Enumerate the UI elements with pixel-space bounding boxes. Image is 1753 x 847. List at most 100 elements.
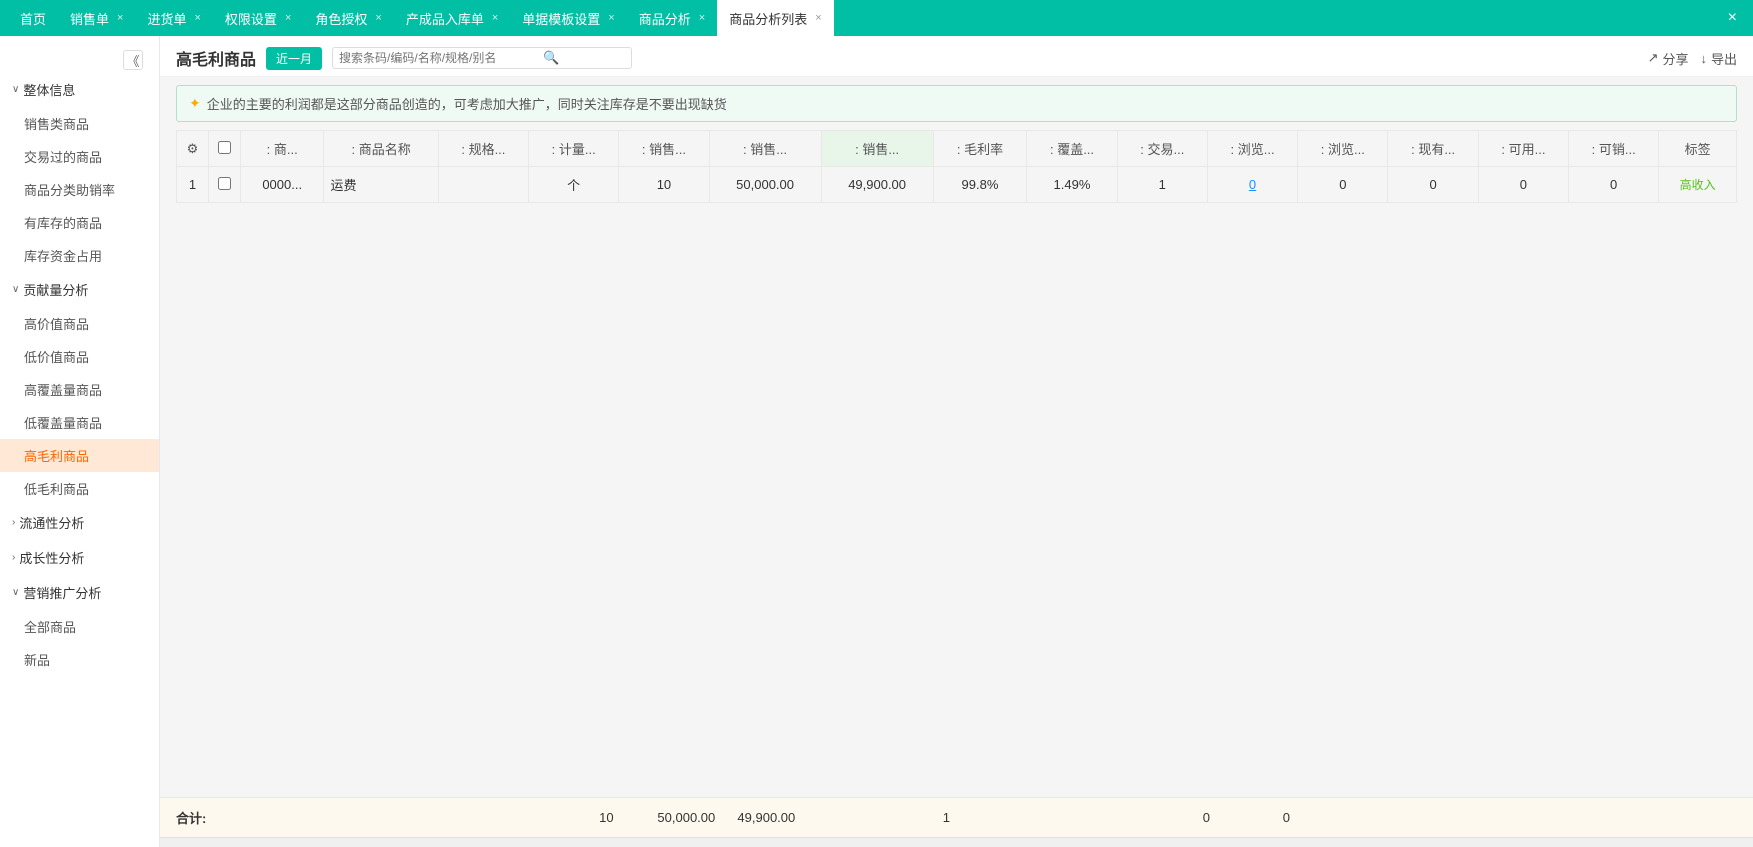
cell-sale-qty: 10 (619, 167, 709, 203)
sidebar-item-stock-capital[interactable]: 库存资金占用 (0, 239, 159, 272)
cell-name: 运费 (324, 167, 438, 203)
growth-arrow-icon: › (12, 552, 15, 563)
cell-code: 0000... (241, 167, 324, 203)
cell-coverage: 1.49% (1027, 167, 1117, 203)
col-trade[interactable]: : 交易... (1117, 131, 1207, 167)
col-available[interactable]: : 可用... (1478, 131, 1568, 167)
sidebar-item-low-coverage[interactable]: 低覆盖量商品 (0, 406, 159, 439)
col-code[interactable]: : 商... (241, 131, 324, 167)
nav-purchase[interactable]: 进货单 × (135, 0, 212, 36)
col-gross-margin[interactable]: : 毛利率 (933, 131, 1027, 167)
sidebar-group-contribution-items: 高价值商品 低价值商品 高覆盖量商品 低覆盖量商品 高毛利商品 低毛利商品 (0, 307, 159, 505)
marketing-arrow-icon: ∨ (12, 587, 19, 598)
share-button[interactable]: ↗ 分享 (1648, 49, 1689, 68)
close-analysis-icon[interactable]: × (699, 12, 705, 24)
footer-bar: 合计: 10 50,000.00 49,900.00 1 0 0 (160, 797, 1753, 837)
table-row: 1 0000... 运费 个 10 50,000.00 49,900.00 99… (177, 167, 1737, 203)
col-sale-amount[interactable]: : 销售... (709, 131, 821, 167)
sidebar-item-high-coverage[interactable]: 高覆盖量商品 (0, 373, 159, 406)
main-layout: 《 ∨ 整体信息 销售类商品 交易过的商品 商品分类助销率 有库存的商品 库存资… (0, 36, 1753, 847)
cell-current: 0 (1388, 167, 1478, 203)
sidebar-group-marketing[interactable]: ∨ 营销推广分析 (0, 575, 159, 610)
col-checkbox (209, 131, 241, 167)
cell-sellable: 0 (1569, 167, 1659, 203)
cell-sale-cost: 49,900.00 (821, 167, 933, 203)
nav-permission[interactable]: 权限设置 × (213, 0, 303, 36)
col-tag[interactable]: 标签 (1659, 131, 1737, 167)
sidebar-group-overall[interactable]: ∨ 整体信息 (0, 72, 159, 107)
sidebar-item-low-value[interactable]: 低价值商品 (0, 340, 159, 373)
footer-available: 0 (1246, 810, 1326, 825)
footer-trade: 1 (906, 810, 986, 825)
col-name[interactable]: : 商品名称 (324, 131, 438, 167)
nav-analysis[interactable]: 商品分析 × (627, 0, 717, 36)
nav-role[interactable]: 角色授权 × (303, 0, 393, 36)
filter-recent-month-button[interactable]: 近一月 (266, 47, 322, 70)
overall-arrow-icon: ∨ (12, 84, 19, 95)
col-settings[interactable]: ⚙ (177, 131, 209, 167)
export-icon: ↓ (1700, 51, 1707, 66)
sidebar-group-circulation[interactable]: › 流通性分析 (0, 505, 159, 540)
cell-available: 0 (1478, 167, 1568, 203)
col-browse2[interactable]: : 浏览... (1298, 131, 1388, 167)
footer-sale-qty: 10 (566, 810, 646, 825)
close-inbound-icon[interactable]: × (492, 12, 498, 24)
close-role-icon[interactable]: × (375, 12, 381, 24)
cell-browse1[interactable]: 0 (1207, 167, 1297, 203)
col-spec[interactable]: : 规格... (438, 131, 528, 167)
sidebar-item-category-rate[interactable]: 商品分类助销率 (0, 173, 159, 206)
header-actions: ↗ 分享 ↓ 导出 (1648, 49, 1737, 68)
close-sales-icon[interactable]: × (117, 12, 123, 24)
nav-analysis-list[interactable]: 商品分析列表 × (717, 0, 833, 36)
cell-checkbox (209, 167, 241, 203)
sidebar-item-low-margin[interactable]: 低毛利商品 (0, 472, 159, 505)
sidebar-group-contribution[interactable]: ∨ 贡献量分析 (0, 272, 159, 307)
sidebar-collapse-button[interactable]: 《 (123, 50, 143, 70)
sidebar-item-new-goods[interactable]: 新品 (0, 643, 159, 676)
sidebar-group-overall-items: 销售类商品 交易过的商品 商品分类助销率 有库存的商品 库存资金占用 (0, 107, 159, 272)
data-table: ⚙ : 商... : 商品名称 (176, 130, 1737, 203)
sidebar-item-stock-goods[interactable]: 有库存的商品 (0, 206, 159, 239)
horizontal-scrollbar[interactable] (160, 837, 1753, 847)
footer-values: 10 50,000.00 49,900.00 1 0 0 (226, 810, 1326, 825)
row-checkbox[interactable] (218, 177, 231, 190)
cell-tag: 高收入 (1659, 167, 1737, 203)
cell-gross-margin: 99.8% (933, 167, 1027, 203)
sidebar-item-high-value[interactable]: 高价值商品 (0, 307, 159, 340)
circulation-arrow-icon: › (12, 517, 15, 528)
nav-inbound[interactable]: 产成品入库单 × (394, 0, 510, 36)
nav-home[interactable]: 首页 (8, 0, 58, 36)
contribution-arrow-icon: ∨ (12, 284, 19, 295)
col-coverage[interactable]: : 覆盖... (1027, 131, 1117, 167)
info-icon: ✦ (189, 95, 201, 112)
nav-template[interactable]: 单据模板设置 × (510, 0, 626, 36)
close-template-icon[interactable]: × (608, 12, 614, 24)
col-unit[interactable]: : 计量... (529, 131, 619, 167)
table-wrapper: ⚙ : 商... : 商品名称 (160, 130, 1753, 797)
cell-browse2: 0 (1298, 167, 1388, 203)
sidebar-group-growth[interactable]: › 成长性分析 (0, 540, 159, 575)
close-all-button[interactable]: × (1720, 9, 1745, 27)
sidebar-item-high-margin[interactable]: 高毛利商品 (0, 439, 159, 472)
col-browse1[interactable]: : 浏览... (1207, 131, 1297, 167)
close-analysis-list-icon[interactable]: × (815, 12, 821, 24)
export-button[interactable]: ↓ 导出 (1700, 49, 1737, 68)
select-all-checkbox[interactable] (218, 141, 231, 154)
footer-sale-amount: 50,000.00 (646, 810, 726, 825)
col-sale-cost[interactable]: : 销售... (821, 131, 933, 167)
search-input[interactable] (339, 51, 539, 65)
sidebar: 《 ∨ 整体信息 销售类商品 交易过的商品 商品分类助销率 有库存的商品 库存资… (0, 36, 160, 847)
footer-label: 合计: (176, 808, 206, 827)
footer-sale-cost: 49,900.00 (726, 810, 806, 825)
top-nav: 首页 销售单 × 进货单 × 权限设置 × 角色授权 × 产成品入库单 × 单据… (0, 0, 1753, 36)
col-sale-qty[interactable]: : 销售... (619, 131, 709, 167)
sidebar-item-all-goods[interactable]: 全部商品 (0, 610, 159, 643)
close-permission-icon[interactable]: × (285, 12, 291, 24)
search-icon[interactable]: 🔍 (543, 50, 559, 66)
close-purchase-icon[interactable]: × (194, 12, 200, 24)
nav-sales[interactable]: 销售单 × (58, 0, 135, 36)
sidebar-item-traded-goods[interactable]: 交易过的商品 (0, 140, 159, 173)
sidebar-item-sales-goods[interactable]: 销售类商品 (0, 107, 159, 140)
col-sellable[interactable]: : 可销... (1569, 131, 1659, 167)
col-current[interactable]: : 现有... (1388, 131, 1478, 167)
